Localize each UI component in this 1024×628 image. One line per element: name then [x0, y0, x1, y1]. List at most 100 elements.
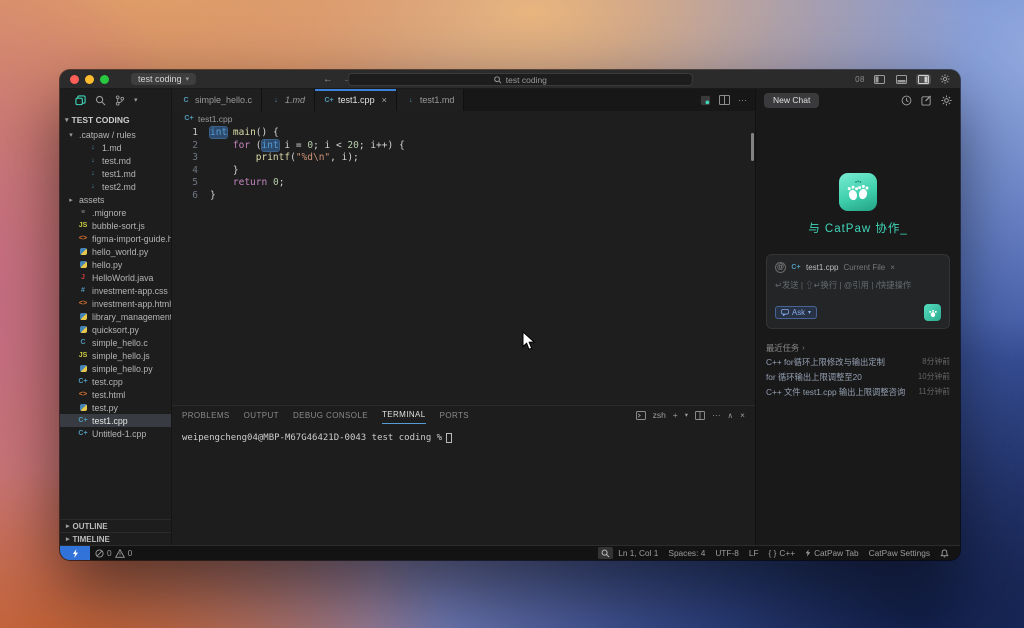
toggle-primary-sidebar-icon[interactable] — [872, 74, 887, 85]
file-row-figma-import-guide.h...[interactable]: <> figma-import-guide.h... — [60, 232, 171, 245]
code-line-3[interactable]: 3 printf("%d\n", i); — [172, 152, 755, 165]
code-line-6[interactable]: 6} — [172, 190, 755, 203]
zoom-indicator[interactable] — [598, 547, 614, 559]
notifications-bell-icon[interactable] — [935, 548, 954, 558]
zoom-window-button[interactable] — [100, 74, 109, 84]
folder-row-assets[interactable]: ▸ assets — [60, 193, 171, 206]
file-row-1.md[interactable]: ↓ 1.md — [60, 141, 171, 154]
send-button[interactable] — [924, 304, 941, 321]
run-file-icon[interactable] — [700, 95, 711, 106]
workspace-root-header[interactable]: ▾ TEST CODING — [60, 111, 171, 128]
file-row-simple_hello.c[interactable]: Csimple_hello.c — [60, 336, 171, 349]
chat-placeholder: ↵发送 | ⇧↵换行 | @引用 | /快捷操作 — [775, 280, 912, 290]
recent-tasks-header[interactable]: 最近任务 › — [766, 342, 950, 354]
terminal-dropdown-icon[interactable]: ▾ — [685, 411, 688, 419]
terminal-prompt: weipengcheng04@MBP-M67G46421D-0043 test … — [182, 433, 443, 443]
remote-indicator[interactable] — [60, 546, 90, 560]
more-views-chevron-icon[interactable]: ▾ — [134, 96, 138, 104]
file-row-bubble-sort.js[interactable]: JS bubble-sort.js — [60, 219, 171, 232]
file-row-test.cpp[interactable]: C+ test.cpp — [60, 375, 171, 388]
customize-layout-gear-icon[interactable] — [938, 73, 952, 85]
catpaw-settings-gear-icon[interactable] — [941, 94, 952, 106]
tab-1.md[interactable]: ↓ 1.md — [262, 89, 316, 111]
source-control-branch-icon[interactable] — [115, 94, 125, 106]
file-row-test.py[interactable]: test.py — [60, 401, 171, 414]
code-line-2[interactable]: 2 for (int i = 0; i < 20; i++) { — [172, 138, 755, 153]
file-row-hello_world.py[interactable]: hello_world.py — [60, 245, 171, 258]
file-label: Untitled-1.cpp — [92, 428, 147, 439]
file-row-test1.md[interactable]: ↓ test1.md — [60, 167, 171, 180]
timeline-section[interactable]: ▸ TIMELINE — [60, 532, 171, 545]
cpp-file-icon: C+ — [184, 115, 194, 122]
encoding[interactable]: UTF-8 — [710, 548, 744, 558]
panel-more-icon[interactable]: ··· — [712, 410, 721, 420]
code-line-5[interactable]: 5 return 0; — [172, 177, 755, 190]
file-row-hello.py[interactable]: hello.py — [60, 258, 171, 271]
panel-tab-output[interactable]: OUTPUT — [244, 406, 279, 424]
back-icon[interactable]: ← — [323, 74, 333, 85]
tab-test1.md[interactable]: ↓ test1.md — [396, 89, 465, 111]
file-row-Untitled-1.cpp[interactable]: C+ Untitled-1.cpp — [60, 427, 171, 440]
code-editor[interactable]: 1 int main() {2 for (int i = 0; i < 20; i… — [172, 126, 755, 405]
search-view-icon[interactable] — [95, 95, 106, 106]
new-edit-icon[interactable] — [921, 94, 932, 106]
folder-row-.catpaw / rules[interactable]: ▾ .catpaw / rules — [60, 128, 171, 141]
language-mode[interactable]: { } C++ — [764, 548, 801, 558]
file-row-simple_hello.js[interactable]: JS simple_hello.js — [60, 349, 171, 362]
close-window-button[interactable] — [70, 74, 79, 84]
problems-indicator[interactable]: 0 0 — [90, 548, 137, 558]
task-row[interactable]: C++ 文件 test1.cpp 输出上限调整咨询 11分钟前 — [766, 384, 950, 399]
catpaw-tab-status[interactable]: CatPaw Tab — [800, 548, 864, 558]
task-row[interactable]: for 循环输出上限调整至20 10分钟前 — [766, 369, 950, 384]
maximize-panel-icon[interactable]: ∧ — [728, 411, 734, 420]
command-center-search[interactable]: test coding — [347, 73, 693, 86]
chat-input-card[interactable]: @ C+ test1.cpp Current File × ↵发送 | ⇧↵换行… — [766, 254, 950, 329]
panel-tab-ports[interactable]: PORTS — [440, 406, 469, 424]
file-row-test1.cpp[interactable]: C+ test1.cpp — [60, 414, 171, 427]
shell-label[interactable]: zsh — [653, 410, 666, 420]
panel-tab-debug-console[interactable]: DEBUG CONSOLE — [293, 406, 368, 424]
workspace-title-menu[interactable]: test coding ▾ — [131, 73, 197, 85]
breadcrumb[interactable]: C+ test1.cpp — [172, 111, 755, 126]
explorer-icon[interactable] — [75, 94, 86, 106]
file-label: assets — [79, 194, 105, 205]
file-row-.mignore[interactable]: ≡ .mignore — [60, 206, 171, 219]
catpaw-settings-status[interactable]: CatPaw Settings — [864, 548, 935, 558]
file-row-library_management...[interactable]: library_management... — [60, 310, 171, 323]
minimize-window-button[interactable] — [85, 74, 94, 84]
split-terminal-icon[interactable] — [695, 410, 705, 420]
task-row[interactable]: C++ for循环上限修改与输出定制 8分钟前 — [766, 354, 950, 369]
indentation[interactable]: Spaces: 4 — [663, 548, 710, 558]
tab-simple_hello.c[interactable]: Csimple_hello.c — [172, 89, 263, 111]
new-chat-button[interactable]: New Chat — [764, 92, 820, 108]
file-row-test2.md[interactable]: ↓ test2.md — [60, 180, 171, 193]
mode-selector[interactable]: Ask ▾ — [775, 306, 818, 319]
terminal-output[interactable]: weipengcheng04@MBP-M67G46421D-0043 test … — [172, 424, 755, 545]
editor-scrollbar[interactable] — [751, 133, 754, 161]
new-terminal-icon[interactable]: + — [673, 410, 678, 420]
panel-tab-problems[interactable]: PROBLEMS — [182, 406, 230, 424]
remove-context-icon[interactable]: × — [890, 263, 895, 272]
file-row-investment-app.html[interactable]: <> investment-app.html — [60, 297, 171, 310]
file-row-investment-app.css[interactable]: # investment-app.css — [60, 284, 171, 297]
more-actions-icon[interactable]: ··· — [738, 95, 747, 105]
toggle-secondary-sidebar-icon[interactable] — [916, 73, 931, 85]
toggle-panel-icon[interactable] — [894, 74, 909, 85]
file-row-quicksort.py[interactable]: quicksort.py — [60, 323, 171, 336]
panel-tab-terminal[interactable]: TERMINAL — [381, 406, 426, 424]
split-editor-icon[interactable] — [719, 95, 730, 105]
eol-sequence[interactable]: LF — [744, 548, 764, 558]
close-tab-icon[interactable]: × — [382, 95, 387, 105]
file-row-HelloWorld.java[interactable]: J HelloWorld.java — [60, 271, 171, 284]
code-line-4[interactable]: 4 } — [172, 165, 755, 178]
history-icon[interactable] — [901, 95, 912, 106]
file-row-test.html[interactable]: <> test.html — [60, 388, 171, 401]
file-row-test.md[interactable]: ↓ test.md — [60, 154, 171, 167]
file-row-simple_hello.py[interactable]: simple_hello.py — [60, 362, 171, 375]
code-line-1[interactable]: 1 int main() { — [172, 126, 755, 140]
cursor-position[interactable]: Ln 1, Col 1 — [613, 548, 663, 558]
outline-section[interactable]: ▸ OUTLINE — [60, 519, 171, 532]
tab-test1.cpp[interactable]: C+ test1.cpp × — [315, 89, 397, 111]
close-panel-icon[interactable]: × — [740, 410, 745, 420]
mention-icon[interactable]: @ — [775, 262, 786, 273]
